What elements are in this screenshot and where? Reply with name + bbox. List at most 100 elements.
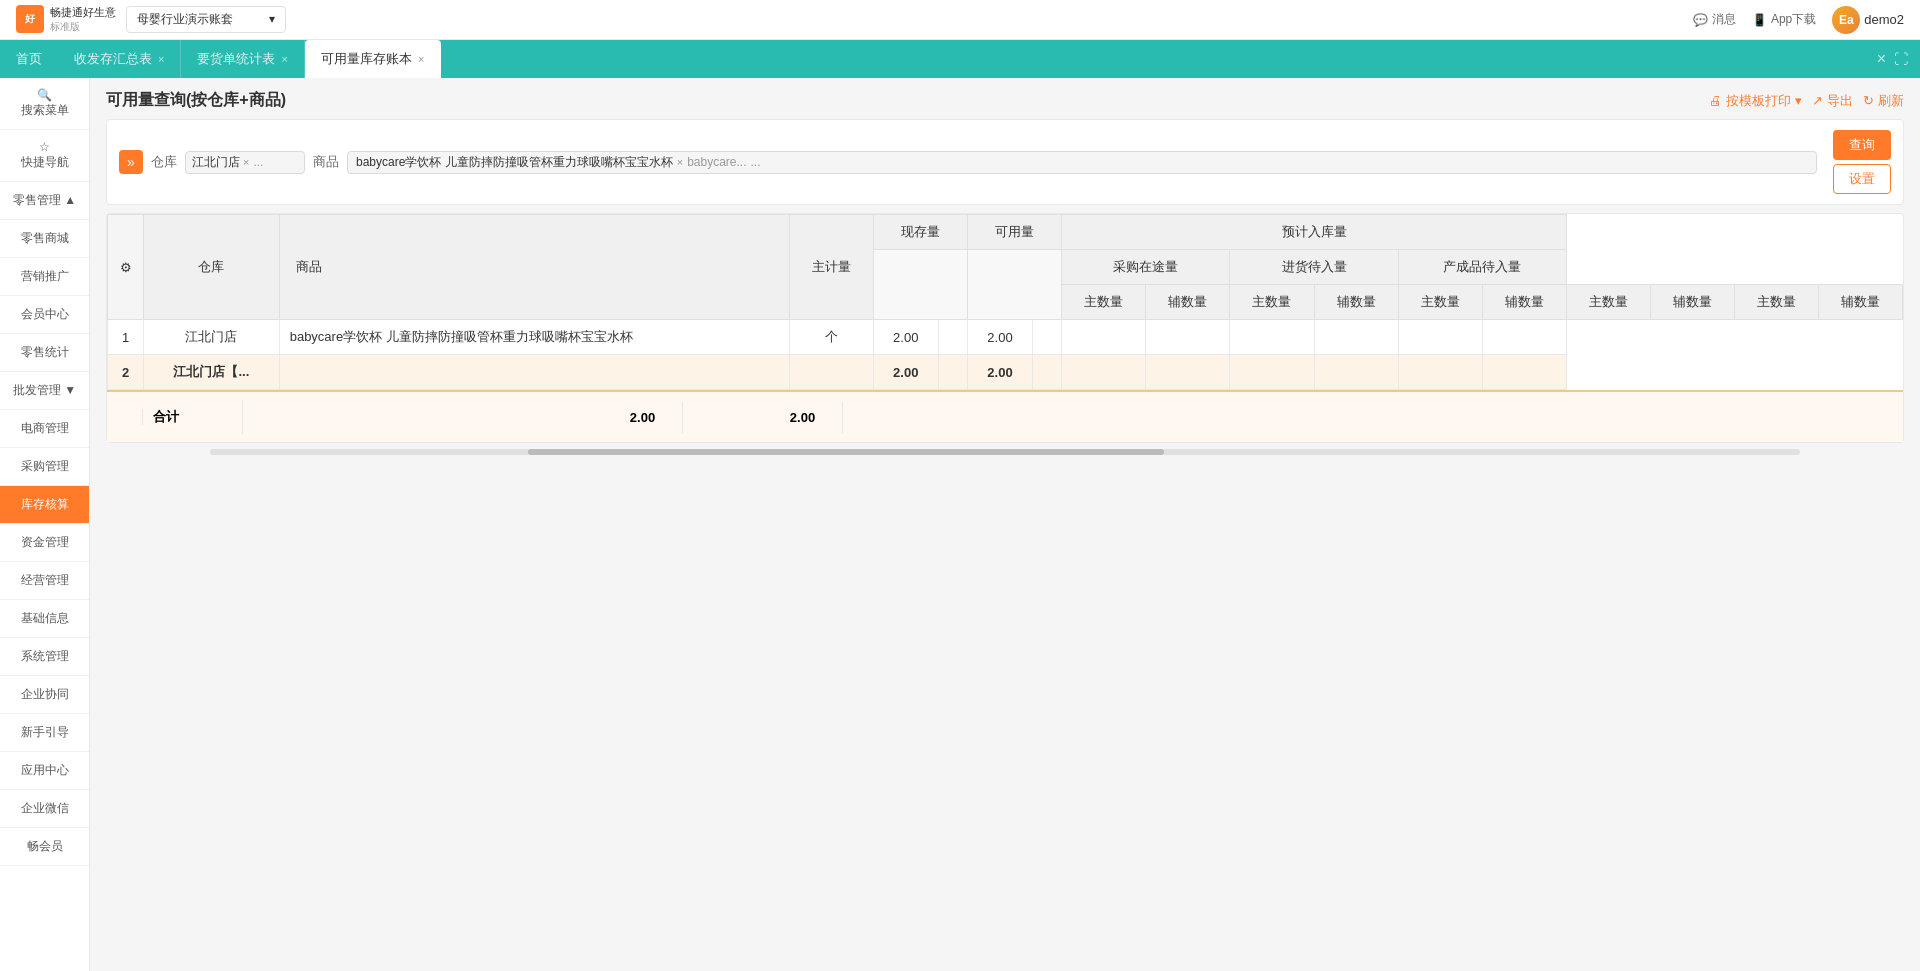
warehouse-tag-text: 江北门店 bbox=[192, 154, 240, 171]
sidebar-item-inventory[interactable]: 库存核算 bbox=[0, 486, 89, 524]
settings-col-header[interactable]: ⚙ bbox=[108, 215, 144, 320]
query-button[interactable]: 查询 bbox=[1833, 130, 1891, 160]
commodity-tag-close[interactable]: × bbox=[677, 156, 683, 168]
app-download-button[interactable]: 📱 App下载 bbox=[1752, 11, 1816, 28]
scrollbar-track[interactable] bbox=[210, 449, 1800, 455]
top-bar-left: 好 畅捷通好生意 标准版 母婴行业演示账套 ▾ bbox=[16, 5, 286, 33]
sidebar-item-system[interactable]: 系统管理 bbox=[0, 638, 89, 676]
tab-keyongliang-close[interactable]: × bbox=[418, 53, 424, 65]
table-footer: 合计 2.00 2.00 bbox=[107, 390, 1903, 442]
incoming-aux-qty-header: 辅数量 bbox=[1650, 285, 1734, 320]
row1-purchase-main bbox=[1062, 320, 1146, 355]
main-content: 可用量查询(按仓库+商品) 🖨 按模板打印 ▾ ↗ 导出 ↻ 刷新 bbox=[90, 78, 1920, 971]
warehouse-more[interactable]: ... bbox=[253, 155, 263, 169]
sidebar-item-purchase[interactable]: 采购管理 bbox=[0, 448, 89, 486]
refresh-icon: ↻ bbox=[1863, 93, 1874, 108]
search-icon: 🔍 bbox=[0, 88, 89, 102]
sidebar-item-basic-info[interactable]: 基础信息 bbox=[0, 600, 89, 638]
table-header-row1: ⚙ 仓库 商品 主计量 现存量 可用量 预计入库量 bbox=[108, 215, 1903, 250]
footer-stock-main: 2.00 bbox=[603, 402, 683, 433]
export-button[interactable]: ↗ 导出 bbox=[1812, 92, 1853, 110]
sidebar-item-enterprise-collab[interactable]: 企业协同 bbox=[0, 676, 89, 714]
sidebar-item-ecommerce[interactable]: 电商管理 bbox=[0, 410, 89, 448]
refresh-button[interactable]: ↻ 刷新 bbox=[1863, 92, 1904, 110]
sidebar-quicknav-label: 快捷导航 bbox=[0, 154, 89, 171]
message-button[interactable]: 💬 消息 bbox=[1693, 11, 1736, 28]
sidebar-item-retail-mall[interactable]: 零售商城 bbox=[0, 220, 89, 258]
user-area[interactable]: Ea demo2 bbox=[1832, 6, 1904, 34]
subtotal-product bbox=[279, 355, 789, 390]
tab-home[interactable]: 首页 bbox=[0, 50, 58, 68]
data-table-container: ⚙ 仓库 商品 主计量 现存量 可用量 预计入库量 采购在途量 bbox=[106, 213, 1904, 443]
subtotal-warehouse: 江北门店【... bbox=[144, 355, 280, 390]
purchase-aux-qty-header: 辅数量 bbox=[1482, 285, 1566, 320]
sidebar-search-label: 搜索菜单 bbox=[0, 102, 89, 119]
print-button[interactable]: 🖨 按模板打印 ▾ bbox=[1709, 92, 1802, 110]
sidebar-item-operations[interactable]: 经营管理 bbox=[0, 562, 89, 600]
username-label: demo2 bbox=[1864, 12, 1904, 27]
printer-icon: 🖨 bbox=[1709, 93, 1722, 108]
sidebar-finance-label: 资金管理 bbox=[21, 535, 69, 549]
sidebar-newuser-label: 新手引导 bbox=[21, 725, 69, 739]
row1-stock-aux bbox=[938, 320, 967, 355]
footer-avail-main: 2.00 bbox=[763, 402, 843, 433]
industry-selector-text: 母婴行业演示账套 bbox=[137, 11, 233, 28]
industry-selector[interactable]: 母婴行业演示账套 ▾ bbox=[126, 6, 286, 33]
sidebar-item-newuser-guide[interactable]: 新手引导 bbox=[0, 714, 89, 752]
row1-unit: 个 bbox=[789, 320, 873, 355]
row1-warehouse: 江北门店 bbox=[144, 320, 280, 355]
commodity-filter-input[interactable]: babycare学饮杯 儿童防摔防撞吸管杯重力球吸嘴杯宝宝水杯 × babyca… bbox=[347, 151, 1817, 174]
row1-avail-main: 2.00 bbox=[968, 320, 1033, 355]
warehouse-col-header: 仓库 bbox=[144, 215, 280, 320]
sidebar-item-retail-stats[interactable]: 零售统计 bbox=[0, 334, 89, 372]
message-icon: 💬 bbox=[1693, 13, 1708, 27]
sidebar-item-search[interactable]: 🔍 搜索菜单 bbox=[0, 78, 89, 130]
commodity-more-dots[interactable]: ... bbox=[751, 155, 761, 169]
tab-shoufacun-close[interactable]: × bbox=[158, 53, 164, 65]
warehouse-filter-input[interactable]: 江北门店 × ... bbox=[185, 151, 305, 174]
row1-incoming-aux bbox=[1314, 320, 1398, 355]
row1-purchase-aux bbox=[1146, 320, 1230, 355]
sidebar-item-wholesale-mgmt[interactable]: 批发管理 ▼ bbox=[0, 372, 89, 410]
page-title: 可用量查询(按仓库+商品) bbox=[106, 90, 286, 111]
row1-produced-aux bbox=[1482, 320, 1566, 355]
sidebar-item-members[interactable]: 会员中心 bbox=[0, 296, 89, 334]
top-bar: 好 畅捷通好生意 标准版 母婴行业演示账套 ▾ 💬 消息 📱 App下载 Ea … bbox=[0, 0, 1920, 40]
sidebar-retail-mall-label: 零售商城 bbox=[21, 231, 69, 245]
row1-avail-aux bbox=[1032, 320, 1061, 355]
sidebar-item-enterprise-wechat[interactable]: 企业微信 bbox=[0, 790, 89, 828]
data-table: ⚙ 仓库 商品 主计量 现存量 可用量 预计入库量 采购在途量 bbox=[107, 214, 1903, 390]
tab-yaohuo-label: 要货单统计表 bbox=[197, 50, 275, 68]
tab-keyongliang[interactable]: 可用量库存账本 × bbox=[305, 40, 441, 78]
fullscreen-btn[interactable]: ⛶ bbox=[1894, 51, 1908, 67]
sidebar-item-app-center[interactable]: 应用中心 bbox=[0, 752, 89, 790]
table-scroll[interactable]: ⚙ 仓库 商品 主计量 现存量 可用量 预计入库量 采购在途量 bbox=[107, 214, 1903, 390]
settings-button[interactable]: 设置 bbox=[1833, 164, 1891, 194]
scrollbar-thumb[interactable] bbox=[528, 449, 1164, 455]
stock-main-qty-header: 主数量 bbox=[1062, 285, 1146, 320]
warehouse-tag-close[interactable]: × bbox=[243, 156, 249, 168]
sidebar-item-marketing[interactable]: 营销推广 bbox=[0, 258, 89, 296]
sidebar-item-retail-mgmt[interactable]: 零售管理 ▲ bbox=[0, 182, 89, 220]
sidebar: 🔍 搜索菜单 ☆ 快捷导航 零售管理 ▲ 零售商城 营销推广 会员中心 零售统计… bbox=[0, 78, 90, 971]
avail-group-header: 可用量 bbox=[968, 215, 1062, 250]
footer-spacer1 bbox=[107, 409, 143, 425]
sidebar-vip-label: 畅会员 bbox=[27, 839, 63, 853]
row1-stock-main: 2.00 bbox=[873, 320, 938, 355]
purchase-transit-header: 采购在途量 bbox=[1062, 250, 1230, 285]
sidebar-retail-mgmt-label: 零售管理 ▲ bbox=[13, 192, 76, 209]
close-all-btn[interactable]: × bbox=[1877, 50, 1886, 68]
sidebar-item-finance[interactable]: 资金管理 bbox=[0, 524, 89, 562]
produced-main-qty-header: 主数量 bbox=[1734, 285, 1818, 320]
tab-yaohuo-close[interactable]: × bbox=[281, 53, 287, 65]
filter-expand-button[interactable]: » bbox=[119, 150, 143, 174]
tab-shoufacun[interactable]: 收发存汇总表 × bbox=[58, 40, 181, 78]
avail-main-subheader bbox=[968, 250, 1062, 320]
filter-area: » 仓库 江北门店 × ... 商品 babycare学饮杯 儿童防摔防撞吸管杯… bbox=[106, 119, 1904, 205]
sidebar-item-vip[interactable]: 畅会员 bbox=[0, 828, 89, 866]
sidebar-item-quicknav[interactable]: ☆ 快捷导航 bbox=[0, 130, 89, 182]
sidebar-marketing-label: 营销推广 bbox=[21, 269, 69, 283]
logo-icon: 好 bbox=[16, 5, 44, 33]
row1-incoming-main bbox=[1230, 320, 1314, 355]
tab-yaohuo[interactable]: 要货单统计表 × bbox=[181, 40, 304, 78]
